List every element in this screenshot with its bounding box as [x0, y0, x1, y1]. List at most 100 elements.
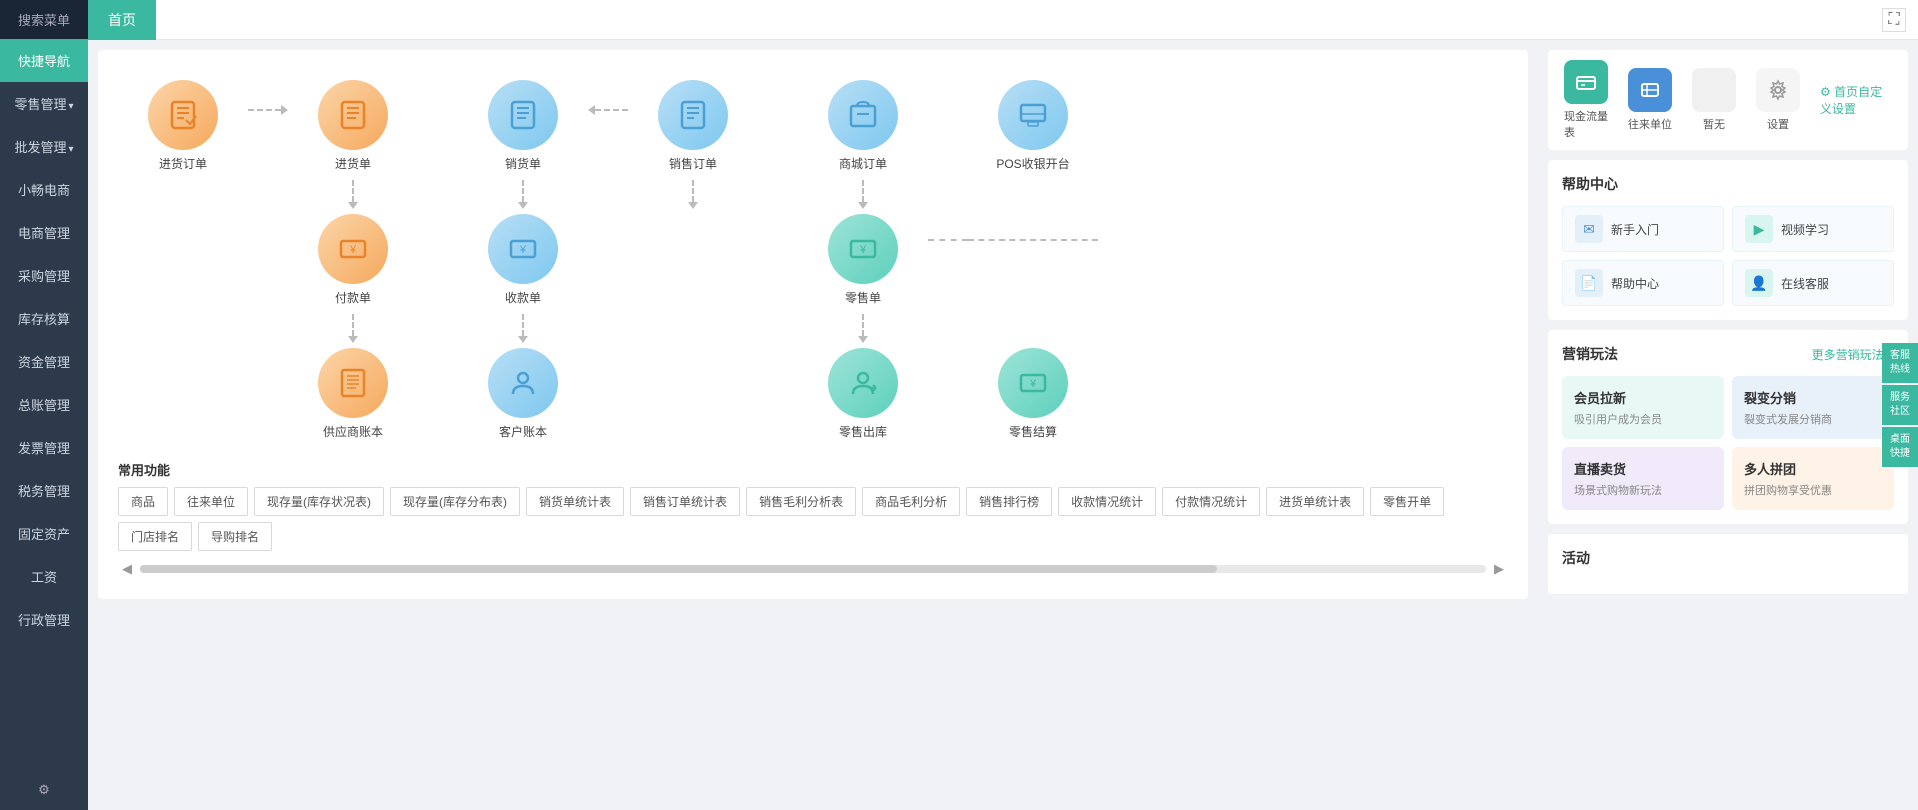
video-icon: ▶: [1745, 215, 1773, 243]
node-customer[interactable]: 客户账本: [458, 348, 588, 440]
marketing-group[interactable]: 多人拼团 拼团购物享受优惠: [1732, 447, 1894, 510]
help-grid: ✉ 新手入门 ▶ 视频学习 📄 帮助中心 👤: [1562, 206, 1894, 306]
tab-home[interactable]: 首页: [88, 0, 156, 40]
func-btn-4[interactable]: 销货单统计表: [526, 487, 624, 516]
func-btn-11[interactable]: 进货单统计表: [1266, 487, 1364, 516]
func-btn-1[interactable]: 往来单位: [174, 487, 248, 516]
sidebar-item-purchase[interactable]: 采购管理: [0, 254, 88, 297]
qa-item-none: 暂无: [1692, 68, 1736, 132]
sidebar-search[interactable]: 搜索菜单: [0, 0, 88, 39]
qa-item-cashflow[interactable]: 现金流量表: [1564, 60, 1608, 140]
fullscreen-button[interactable]: ⛶: [1882, 8, 1906, 32]
sidebar-item-ecommerce[interactable]: 电商管理: [0, 211, 88, 254]
node-receipt[interactable]: ¥ 收款单: [458, 214, 588, 306]
arrow-sales-down: [518, 174, 528, 214]
help-item-beginner[interactable]: ✉ 新手入门: [1562, 206, 1724, 252]
customer-icon: [488, 348, 558, 418]
func-btn-3[interactable]: 现存量(库存分布表): [390, 487, 520, 516]
float-community[interactable]: 服务社区: [1882, 385, 1918, 425]
node-retail[interactable]: ¥ 零售单: [798, 214, 928, 306]
none-icon: [1692, 68, 1736, 112]
receipt-icon: ¥: [488, 214, 558, 284]
sidebar-item-admin[interactable]: 行政管理: [0, 598, 88, 641]
sidebar-item-ecommerce-small[interactable]: 小畅电商: [0, 168, 88, 211]
node-payment[interactable]: ¥ 付款单: [288, 214, 418, 306]
common-functions: 常用功能 商品 往来单位 现存量(库存状况表) 现存量(库存分布表) 销货单统计…: [118, 460, 1508, 551]
pos-icon: [998, 80, 1068, 150]
func-btn-5[interactable]: 销售订单统计表: [630, 487, 740, 516]
group-desc: 拼团购物享受优惠: [1744, 482, 1882, 498]
arrow-receipt-down: [518, 308, 528, 348]
sidebar-item-assets[interactable]: 固定资产: [0, 512, 88, 555]
beginner-text: 新手入门: [1611, 221, 1659, 238]
float-service[interactable]: 客服热线: [1882, 343, 1918, 383]
qa-item-units[interactable]: 往来单位: [1628, 68, 1672, 132]
svg-text:¥: ¥: [519, 244, 527, 256]
func-btn-14[interactable]: 导购排名: [198, 522, 272, 551]
sidebar-item-tax[interactable]: 税务管理: [0, 469, 88, 512]
supplier-icon: [318, 348, 388, 418]
scroll-right[interactable]: ▶: [1490, 559, 1508, 579]
float-desktop[interactable]: 桌面快捷: [1882, 427, 1918, 467]
sidebar-item-wholesale[interactable]: 批发管理: [0, 125, 88, 168]
arrow-so-to-s: [588, 105, 628, 115]
customize-link[interactable]: ⚙ 首页自定义设置: [1820, 83, 1892, 117]
func-btn-8[interactable]: 销售排行榜: [966, 487, 1052, 516]
svg-text:¥: ¥: [859, 244, 867, 256]
marketing-live[interactable]: 直播卖货 场景式购物新玩法: [1562, 447, 1724, 510]
func-btn-10[interactable]: 付款情况统计: [1162, 487, 1260, 516]
top-bar-right: ⛶: [1882, 8, 1918, 32]
video-text: 视频学习: [1781, 221, 1829, 238]
help-item-video[interactable]: ▶ 视频学习: [1732, 206, 1894, 252]
arrow-payment-down: [348, 308, 358, 348]
scrollbar-track[interactable]: [140, 565, 1486, 573]
sidebar-item-ledger[interactable]: 总账管理: [0, 383, 88, 426]
member-desc: 吸引用户成为会员: [1574, 411, 1712, 427]
node-purchase-order[interactable]: 进货订单: [118, 80, 248, 172]
node-sales-order[interactable]: 销售订单: [628, 80, 758, 172]
help-item-help[interactable]: 📄 帮助中心: [1562, 260, 1724, 306]
sidebar-item-salary[interactable]: 工资: [0, 555, 88, 598]
retail-label: 零售单: [845, 289, 881, 306]
func-btn-12[interactable]: 零售开单: [1370, 487, 1444, 516]
node-retail-out[interactable]: 零售出库: [798, 348, 928, 440]
content-area: 进货订单 进货: [88, 40, 1918, 810]
sidebar-item-retail[interactable]: 零售管理: [0, 82, 88, 125]
node-purchase[interactable]: 进货单: [288, 80, 418, 172]
sidebar-item-invoice[interactable]: 发票管理: [0, 426, 88, 469]
qa-item-settings[interactable]: 设置: [1756, 68, 1800, 132]
fission-desc: 裂变式发展分销商: [1744, 411, 1882, 427]
help-center-card: 帮助中心 ✉ 新手入门 ▶ 视频学习 📄 帮助中心: [1548, 160, 1908, 320]
sidebar-item-finance[interactable]: 资金管理: [0, 340, 88, 383]
func-btn-9[interactable]: 收款情况统计: [1058, 487, 1156, 516]
settings-label: 设置: [1767, 116, 1789, 132]
node-sales[interactable]: 销货单: [458, 80, 588, 172]
func-btn-0[interactable]: 商品: [118, 487, 168, 516]
help-item-support[interactable]: 👤 在线客服: [1732, 260, 1894, 306]
mall-order-icon: [828, 80, 898, 150]
activity-title: 活动: [1562, 548, 1894, 568]
live-title: 直播卖货: [1574, 459, 1712, 478]
func-btn-13[interactable]: 门店排名: [118, 522, 192, 551]
node-mall-order[interactable]: 商城订单: [798, 80, 928, 172]
marketing-grid: 会员拉新 吸引用户成为会员 裂变分销 裂变式发展分销商 直播卖货 场景式购物新玩…: [1562, 376, 1894, 510]
support-text: 在线客服: [1781, 275, 1829, 292]
marketing-fission[interactable]: 裂变分销 裂变式发展分销商: [1732, 376, 1894, 439]
sidebar-settings[interactable]: ⚙: [0, 770, 88, 810]
node-supplier[interactable]: 供应商账本: [288, 348, 418, 440]
marketing-title: 营销玩法: [1562, 344, 1618, 364]
sidebar-item-quick-nav[interactable]: 快捷导航: [0, 39, 88, 82]
scroll-left[interactable]: ◀: [118, 559, 136, 579]
marketing-member[interactable]: 会员拉新 吸引用户成为会员: [1562, 376, 1724, 439]
sidebar-item-inventory[interactable]: 库存核算: [0, 297, 88, 340]
node-pos[interactable]: POS收银开台: [968, 80, 1098, 172]
live-desc: 场景式购物新玩法: [1574, 482, 1712, 498]
func-btn-7[interactable]: 商品毛利分析: [862, 487, 960, 516]
func-btn-2[interactable]: 现存量(库存状况表): [254, 487, 384, 516]
sales-label: 销货单: [505, 155, 541, 172]
marketing-card: 营销玩法 更多营销玩法 > 会员拉新 吸引用户成为会员 裂变分销 裂变式发展分销…: [1548, 330, 1908, 524]
func-btn-6[interactable]: 销售毛利分析表: [746, 487, 856, 516]
main-panel: 进货订单 进货: [88, 40, 1538, 810]
node-retail-settle[interactable]: ¥ 零售结算: [968, 348, 1098, 440]
group-title: 多人拼团: [1744, 459, 1882, 478]
